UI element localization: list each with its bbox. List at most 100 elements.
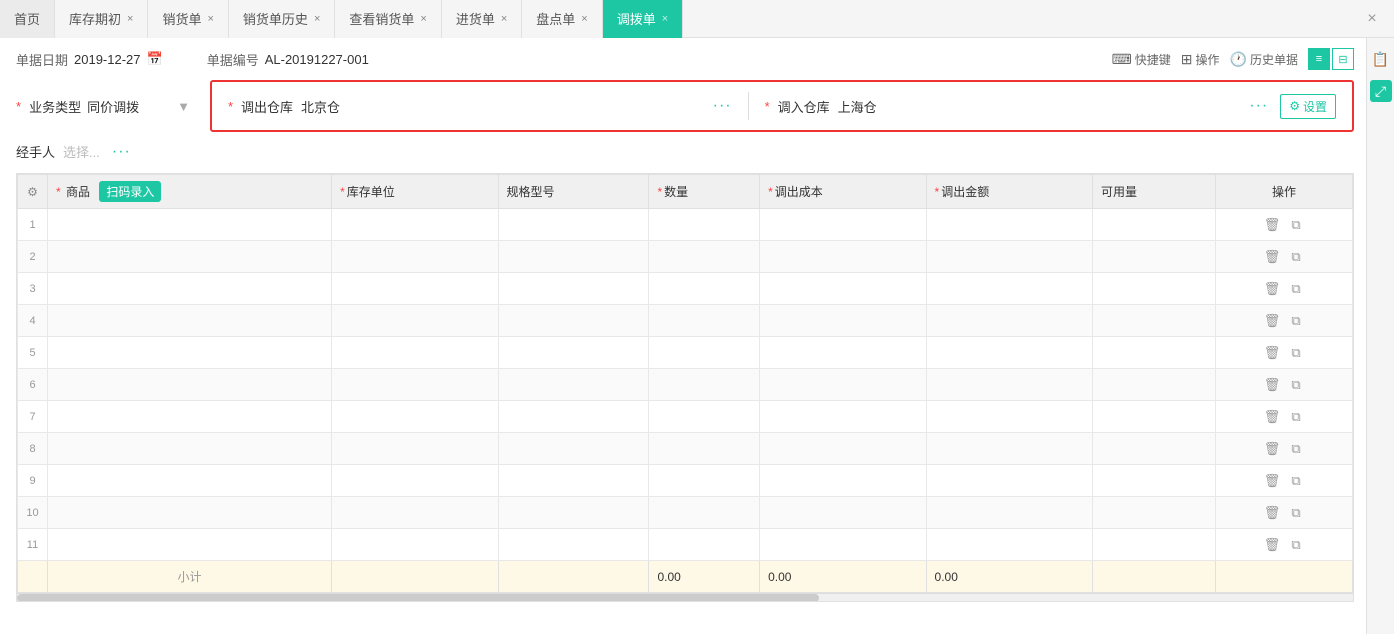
tab-inventory-init[interactable]: 库存期初 × (55, 0, 148, 38)
cell-spec[interactable] (498, 209, 649, 241)
tab-inventory-init-close[interactable]: × (127, 13, 133, 25)
tab-transfer-order-close[interactable]: × (662, 13, 668, 25)
cell-qty[interactable] (649, 529, 760, 561)
in-warehouse-value[interactable]: 上海仓 (838, 97, 877, 116)
tab-view-sales-close[interactable]: × (420, 13, 426, 25)
cell-spec[interactable] (498, 369, 649, 401)
cell-amount[interactable] (926, 465, 1092, 497)
delete-icon[interactable]: 🗑 (1263, 248, 1281, 266)
tab-inventory-check[interactable]: 盘点单 × (522, 0, 602, 38)
cell-product[interactable] (48, 337, 332, 369)
cell-available[interactable] (1092, 241, 1215, 273)
cell-spec[interactable] (498, 241, 649, 273)
tab-inventory-check-close[interactable]: × (581, 13, 587, 25)
cell-cost[interactable] (760, 433, 926, 465)
delete-icon[interactable]: 🗑 (1263, 280, 1281, 298)
scrollbar-thumb[interactable] (17, 594, 819, 602)
cell-spec[interactable] (498, 465, 649, 497)
cell-qty[interactable] (649, 305, 760, 337)
cell-qty[interactable] (649, 369, 760, 401)
cell-cost[interactable] (760, 369, 926, 401)
cell-available[interactable] (1092, 497, 1215, 529)
cell-qty[interactable] (649, 337, 760, 369)
biz-type-value[interactable]: 同价调拨 (87, 97, 167, 116)
cell-amount[interactable] (926, 433, 1092, 465)
cell-qty[interactable] (649, 465, 760, 497)
cell-cost[interactable] (760, 305, 926, 337)
cell-product[interactable] (48, 241, 332, 273)
cell-unit[interactable] (332, 529, 498, 561)
cell-product[interactable] (48, 465, 332, 497)
copy-icon[interactable]: ⧉ (1287, 344, 1305, 362)
cell-unit[interactable] (332, 273, 498, 305)
cell-unit[interactable] (332, 337, 498, 369)
handler-more[interactable]: ··· (112, 143, 131, 161)
cell-spec[interactable] (498, 401, 649, 433)
copy-icon[interactable]: ⧉ (1287, 408, 1305, 426)
tab-purchase-order[interactable]: 进货单 × (442, 0, 522, 38)
tab-sales-order[interactable]: 销货单 × (148, 0, 228, 38)
cell-product[interactable] (48, 529, 332, 561)
delete-icon[interactable]: 🗑 (1263, 472, 1281, 490)
cell-cost[interactable] (760, 401, 926, 433)
cell-available[interactable] (1092, 369, 1215, 401)
cell-qty[interactable] (649, 433, 760, 465)
tab-home[interactable]: 首页 (0, 0, 55, 38)
list-view-button[interactable]: ≡ (1308, 48, 1330, 70)
tab-sales-order-close[interactable]: × (207, 13, 213, 25)
copy-icon[interactable]: ⧉ (1287, 504, 1305, 522)
cell-available[interactable] (1092, 305, 1215, 337)
cell-unit[interactable] (332, 433, 498, 465)
delete-icon[interactable]: 🗑 (1263, 536, 1281, 554)
window-close-button[interactable]: × (1360, 7, 1384, 31)
tab-sales-history[interactable]: 销货单历史 × (229, 0, 335, 38)
cell-available[interactable] (1092, 529, 1215, 561)
tab-view-sales[interactable]: 查看销货单 × (335, 0, 441, 38)
calendar-icon[interactable]: 📅 (147, 51, 163, 67)
cell-product[interactable] (48, 209, 332, 241)
cell-unit[interactable] (332, 209, 498, 241)
cell-qty[interactable] (649, 497, 760, 529)
copy-icon[interactable]: ⧉ (1287, 280, 1305, 298)
out-warehouse-value[interactable]: 北京仓 (301, 97, 340, 116)
doc-num-value[interactable]: AL-20191227-001 (265, 52, 369, 67)
copy-icon[interactable]: ⧉ (1287, 248, 1305, 266)
cell-qty[interactable] (649, 241, 760, 273)
cell-cost[interactable] (760, 241, 926, 273)
doc-sidebar-icon[interactable]: 📋 (1370, 48, 1392, 70)
cell-amount[interactable] (926, 369, 1092, 401)
cell-amount[interactable] (926, 529, 1092, 561)
cell-available[interactable] (1092, 465, 1215, 497)
cell-available[interactable] (1092, 337, 1215, 369)
cell-product[interactable] (48, 497, 332, 529)
cell-product[interactable] (48, 369, 332, 401)
cell-available[interactable] (1092, 209, 1215, 241)
cell-amount[interactable] (926, 305, 1092, 337)
doc-date-value[interactable]: 2019-12-27 (74, 52, 141, 67)
cell-available[interactable] (1092, 433, 1215, 465)
cell-cost[interactable] (760, 529, 926, 561)
shortcuts-button[interactable]: ⌨ 快捷键 (1112, 51, 1171, 68)
cell-unit[interactable] (332, 465, 498, 497)
delete-icon[interactable]: 🗑 (1263, 376, 1281, 394)
cell-cost[interactable] (760, 273, 926, 305)
cell-qty[interactable] (649, 273, 760, 305)
cell-unit[interactable] (332, 241, 498, 273)
cell-product[interactable] (48, 273, 332, 305)
in-warehouse-more[interactable]: ··· (1249, 97, 1268, 115)
copy-icon[interactable]: ⧉ (1287, 376, 1305, 394)
delete-icon[interactable]: 🗑 (1263, 504, 1281, 522)
history-button[interactable]: 🕐 历史单据 (1230, 51, 1298, 68)
copy-icon[interactable]: ⧉ (1287, 312, 1305, 330)
cell-unit[interactable] (332, 305, 498, 337)
expand-sidebar-icon[interactable]: ⤢ (1370, 80, 1392, 102)
cell-spec[interactable] (498, 305, 649, 337)
grid-view-button[interactable]: ⊟ (1332, 48, 1354, 70)
cell-amount[interactable] (926, 209, 1092, 241)
copy-icon[interactable]: ⧉ (1287, 472, 1305, 490)
tab-sales-history-close[interactable]: × (314, 13, 320, 25)
cell-product[interactable] (48, 401, 332, 433)
cell-amount[interactable] (926, 401, 1092, 433)
cell-unit[interactable] (332, 497, 498, 529)
handler-value[interactable]: 选择... (63, 142, 100, 161)
